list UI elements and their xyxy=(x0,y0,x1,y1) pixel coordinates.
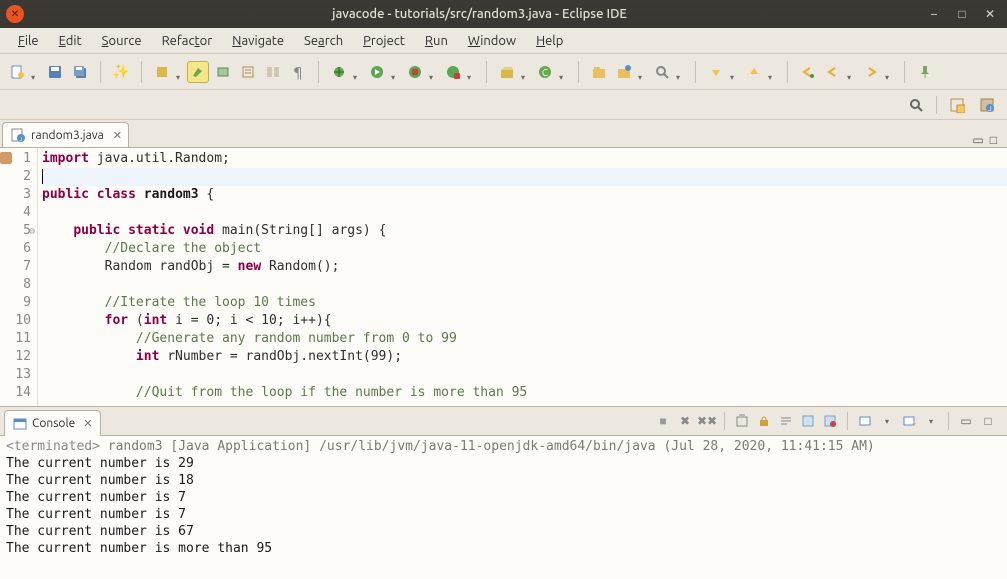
ext-tools-button[interactable] xyxy=(442,61,464,83)
line-gutter: 1234567891011121314 xyxy=(0,148,38,406)
search-icon[interactable] xyxy=(906,95,926,115)
menu-navigate[interactable]: Navigate xyxy=(222,30,294,52)
main-toolbar: ✨ ¶ C xyxy=(0,54,1007,90)
console-tab-label: Console xyxy=(32,417,75,430)
remove-launch-icon[interactable]: ✖ xyxy=(676,412,694,430)
tool1-button[interactable] xyxy=(151,61,173,83)
show-stderr-icon[interactable] xyxy=(821,412,839,430)
editor-tabbar: J random3.java ✕ ▭ □ xyxy=(0,120,1007,148)
svg-text:J: J xyxy=(20,136,23,142)
editor-tab-label: random3.java xyxy=(31,129,104,142)
svg-text:+: + xyxy=(912,419,916,428)
menu-source[interactable]: Source xyxy=(92,30,152,52)
forward-button[interactable] xyxy=(860,61,882,83)
prev-annotation-button[interactable] xyxy=(743,61,765,83)
coverage-button[interactable] xyxy=(404,61,426,83)
toolbar-separator xyxy=(318,61,319,83)
display-selected-console-icon[interactable] xyxy=(856,412,874,430)
pin-button[interactable] xyxy=(914,61,936,83)
menu-help[interactable]: Help xyxy=(526,30,573,52)
console-text: The current number is 29 The current num… xyxy=(6,455,1001,557)
back-button[interactable] xyxy=(822,61,844,83)
pilcrow-icon[interactable]: ¶ xyxy=(287,61,309,83)
debug-button[interactable] xyxy=(328,61,350,83)
menu-project[interactable]: Project xyxy=(353,30,415,52)
next-annotation-button[interactable] xyxy=(705,61,727,83)
code-area[interactable]: import java.util.Random;public class ran… xyxy=(38,148,1007,406)
menu-search[interactable]: Search xyxy=(294,30,353,52)
terminate-icon[interactable]: ■ xyxy=(654,412,672,430)
open-task-button[interactable] xyxy=(613,61,635,83)
window-controls: – □ ✕ xyxy=(927,7,1001,21)
toolbar-separator xyxy=(100,61,101,83)
new-class-button[interactable]: C xyxy=(534,61,556,83)
minimize-console-icon[interactable]: ▭ xyxy=(957,412,975,430)
menu-refactor[interactable]: Refactor xyxy=(152,30,223,52)
window-close-button[interactable]: ✕ xyxy=(6,5,24,23)
open-console-icon[interactable]: + xyxy=(900,412,918,430)
scroll-lock-icon[interactable] xyxy=(755,412,773,430)
tool5-button[interactable] xyxy=(262,61,284,83)
tool3-button[interactable] xyxy=(212,61,234,83)
maximize-console-icon[interactable]: □ xyxy=(979,412,997,430)
save-button[interactable] xyxy=(44,61,66,83)
save-all-button[interactable] xyxy=(69,61,91,83)
window-title: javacode - tutorials/src/random3.java - … xyxy=(32,7,927,21)
svg-text:C: C xyxy=(542,67,548,78)
word-wrap-icon[interactable] xyxy=(777,412,795,430)
tab-close-icon[interactable]: ✕ xyxy=(113,129,122,142)
java-perspective-button[interactable]: J xyxy=(977,95,997,115)
open-type-button[interactable] xyxy=(588,61,610,83)
console-tab[interactable]: Console ✕ xyxy=(4,410,101,436)
menu-file[interactable]: File xyxy=(8,30,49,52)
console-tab-close-icon[interactable]: ✕ xyxy=(83,417,92,430)
highlight-button[interactable] xyxy=(187,61,209,83)
toolbar-separator xyxy=(141,61,142,83)
console-output[interactable]: <terminated> random3 [Java Application] … xyxy=(0,436,1007,579)
menu-run[interactable]: Run xyxy=(415,30,458,52)
window-titlebar: ✕ javacode - tutorials/src/random3.java … xyxy=(0,0,1007,28)
minimize-view-icon[interactable]: ▭ xyxy=(972,133,983,147)
new-button[interactable] xyxy=(6,61,28,83)
menubar: File Edit Source Refactor Navigate Searc… xyxy=(0,28,1007,54)
toolbar-separator xyxy=(486,61,487,83)
svg-text:J: J xyxy=(988,105,991,113)
maximize-view-icon[interactable]: □ xyxy=(990,133,997,147)
console-status: <terminated> random3 [Java Application] … xyxy=(6,438,1001,455)
toolbar-separator xyxy=(695,61,696,83)
clear-console-icon[interactable] xyxy=(733,412,751,430)
toolbar-separator xyxy=(578,61,579,83)
wand-icon[interactable]: ✨ xyxy=(110,61,132,83)
toolbar-separator xyxy=(787,61,788,83)
java-file-icon: J xyxy=(11,128,25,142)
remove-all-icon[interactable]: ✖✖ xyxy=(698,412,716,430)
toolbar-separator xyxy=(904,61,905,83)
console-icon xyxy=(13,417,27,431)
search-button[interactable] xyxy=(651,61,673,83)
open-perspective-button[interactable] xyxy=(947,95,967,115)
new-package-button[interactable] xyxy=(496,61,518,83)
menu-edit[interactable]: Edit xyxy=(49,30,92,52)
code-editor[interactable]: 1234567891011121314 import java.util.Ran… xyxy=(0,148,1007,406)
window-maximize-button[interactable]: □ xyxy=(955,7,969,21)
editor-tab-random3[interactable]: J random3.java ✕ xyxy=(2,122,129,147)
show-stdout-icon[interactable] xyxy=(799,412,817,430)
window-minimize-button[interactable]: – xyxy=(927,7,941,21)
last-edit-button[interactable] xyxy=(797,61,819,83)
run-button[interactable] xyxy=(366,61,388,83)
tool4-button[interactable] xyxy=(237,61,259,83)
console-toolbar: ■ ✖ ✖✖ ▾ + ▾ ▭ □ xyxy=(654,412,1003,430)
console-tabbar: Console ✕ ■ ✖ ✖✖ ▾ + ▾ ▭ □ xyxy=(0,406,1007,436)
perspective-toolbar: J xyxy=(0,90,1007,120)
menu-window[interactable]: Window xyxy=(458,30,526,52)
window-close2-button[interactable]: ✕ xyxy=(983,7,997,21)
